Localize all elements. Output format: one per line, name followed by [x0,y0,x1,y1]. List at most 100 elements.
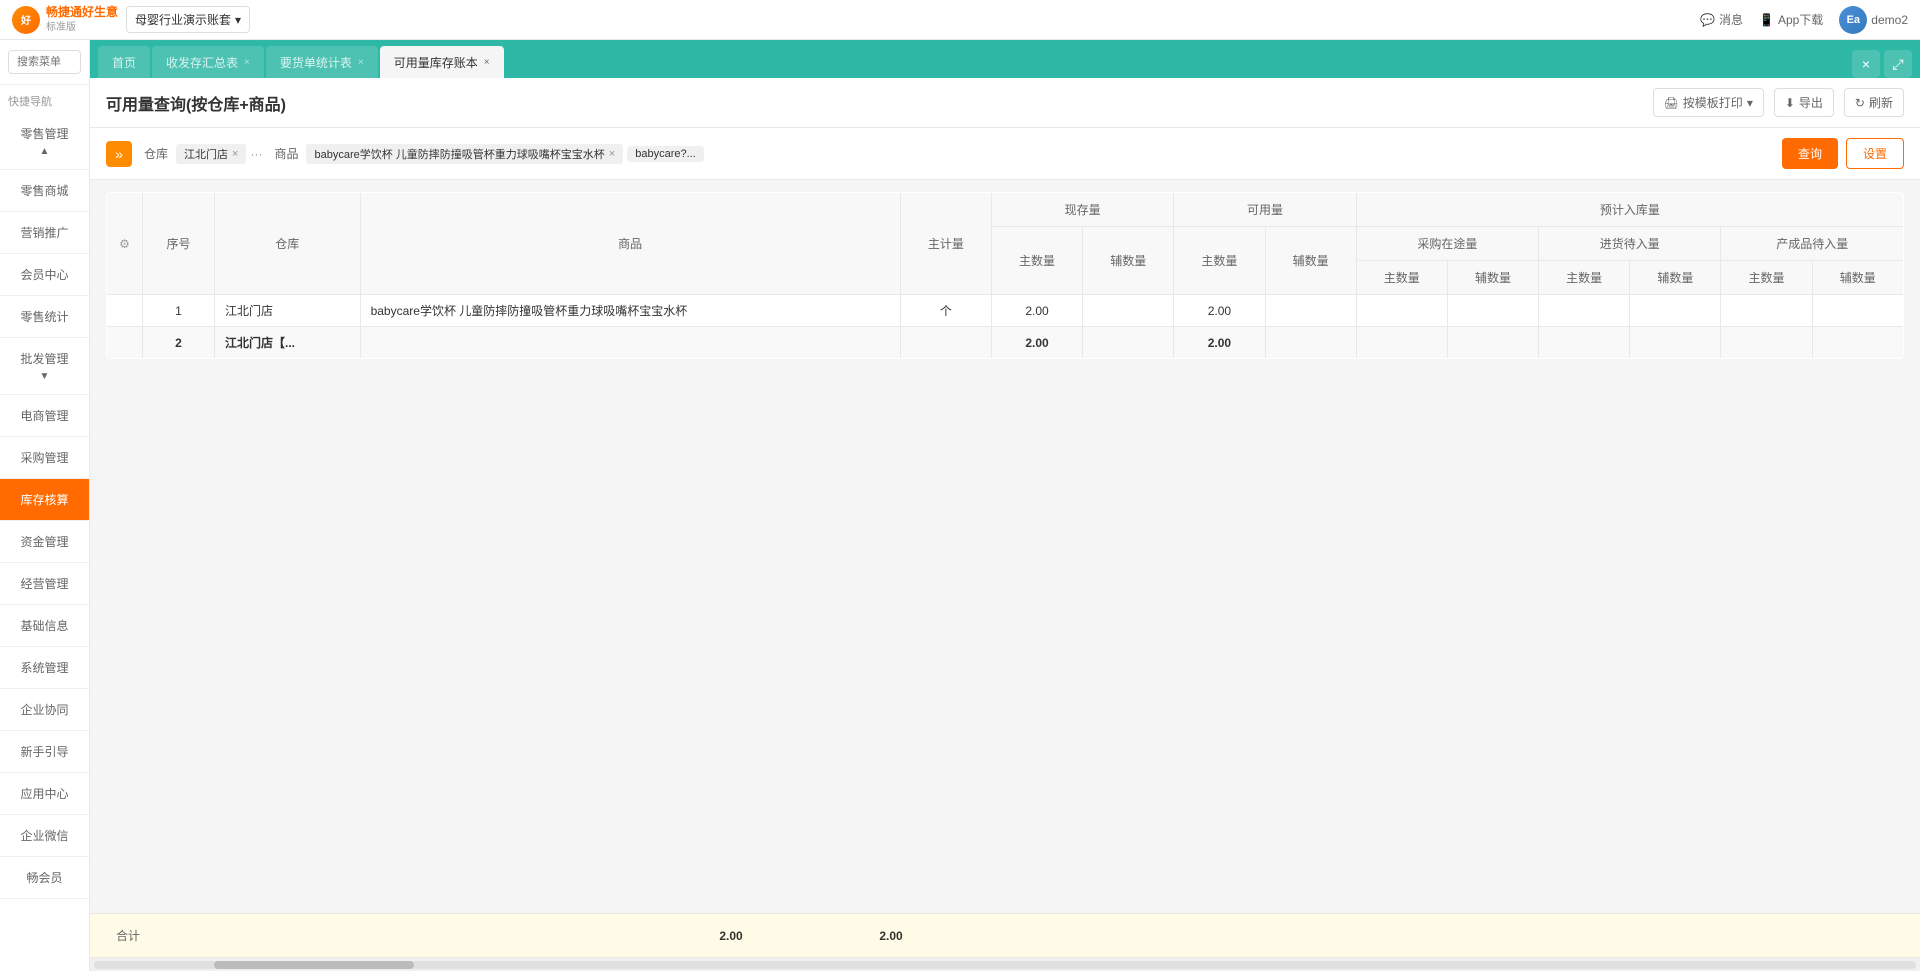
sidebar-item-label: 零售管理 [20,125,68,142]
row-incoming-pending-main-0 [1539,295,1630,327]
sidebar-item-finance-mgmt[interactable]: 资金管理 [0,521,89,563]
row-available-aux-0 [1265,295,1356,327]
app-icon: 📱 [1759,13,1774,27]
product-filter-group: 商品 babycare学饮杯 儿童防摔防撞吸管杯重力球吸嘴杯宝宝水杯 × bab… [274,144,703,164]
row-unit-0: 个 [900,295,991,327]
sidebar-item-system-mgmt[interactable]: 系统管理 [0,647,89,689]
page-header: 可用量查询(按仓库+商品) 🖨 按模板打印 ▾ ⬇ 导出 ↻ 刷新 [90,78,1920,128]
search-input[interactable] [8,50,81,74]
col-production-pending-header: 产成品待入量 [1721,227,1904,261]
col-current-aux-header: 辅数量 [1083,227,1174,295]
header-left: 好 畅捷通好生意 标准版 母婴行业演示账套 ▾ [12,5,250,34]
sidebar-item-retail-mall[interactable]: 零售商城 [0,170,89,212]
sidebar-item-enterprise-wechat[interactable]: 企业微信 [0,815,89,857]
setting-button[interactable]: 设置 [1846,138,1904,169]
sidebar-item-member-center[interactable]: 会员中心 [0,254,89,296]
row-production-pending-main-0 [1721,295,1812,327]
app-download-button[interactable]: 📱 App下载 [1759,11,1823,28]
row-index-1: 2 [143,327,215,359]
remove-warehouse-tag-0[interactable]: × [232,148,238,160]
tab-receipts[interactable]: 收发存汇总表 × [152,46,264,78]
sidebar-item-vip-member[interactable]: 畅会员 [0,857,89,899]
sidebar-item-marketing[interactable]: 营销推广 [0,212,89,254]
sidebar-item-new-guide[interactable]: 新手引导 [0,731,89,773]
chevron-icon: ▼ [40,371,50,382]
sidebar-item-inventory-check[interactable]: 库存核算 [0,479,89,521]
col-purchase-transit-aux-header: 辅数量 [1447,261,1538,295]
scrollbar-thumb[interactable] [214,961,414,969]
col-available-main-header: 主数量 [1174,227,1265,295]
row-incoming-pending-aux-0 [1630,295,1721,327]
logo-text: 畅捷通好生意 标准版 [46,5,118,34]
sidebar-item-app-center[interactable]: 应用中心 [0,773,89,815]
sidebar-item-operations-mgmt[interactable]: 经营管理 [0,563,89,605]
scrollbar-track[interactable] [94,961,1916,969]
row-current-main-0: 2.00 [991,295,1082,327]
message-icon: 💬 [1700,13,1715,27]
col-incoming-pending-main-header: 主数量 [1539,261,1630,295]
row-current-aux-0 [1083,295,1174,327]
export-button[interactable]: ⬇ 导出 [1774,88,1834,117]
tab-bar-right: × ⤢ [1852,50,1912,78]
sidebar-item-basic-info[interactable]: 基础信息 [0,605,89,647]
sidebar-item-ecommerce-mgmt[interactable]: 电商管理 [0,395,89,437]
sidebar-item-retail-stats[interactable]: 零售统计 [0,296,89,338]
col-settings-header[interactable]: ⚙ [107,193,143,295]
tab-close-order-stats[interactable]: × [358,57,364,68]
refresh-button[interactable]: ↻ 刷新 [1844,88,1904,117]
sidebar-item-wholesale-mgmt[interactable]: 批发管理 ▼ [0,338,89,395]
chevron-icon: ▲ [40,146,50,157]
data-table: ⚙ 序号 仓库 商品 主计量 现存量 可用量 预计入库量 主数量 [106,192,1904,359]
close-all-tabs-button[interactable]: × [1852,50,1880,78]
row-production-pending-aux-1 [1812,327,1903,359]
tab-close-receipts[interactable]: × [244,57,250,68]
sidebar-item-label: 零售商城 [20,182,68,199]
sidebar-item-label: 企业微信 [20,827,68,844]
user-profile[interactable]: Ea demo2 [1839,6,1908,34]
row-warehouse-0: 江北门店 [215,295,361,327]
row-unit-1 [900,327,991,359]
refresh-icon: ↻ [1855,96,1865,110]
summary-bar: 合计 2.00 2.00 [90,913,1920,957]
sidebar-item-retail-mgmt[interactable]: 零售管理 ▲ [0,113,89,170]
tab-available-inventory[interactable]: 可用量库存账本 × [380,46,504,78]
col-product-header: 商品 [360,193,900,295]
sidebar-item-label: 批发管理 [20,350,68,367]
warehouse-tag-0[interactable]: 江北门店 × [176,144,246,164]
warehouse-more[interactable]: ··· [250,147,262,161]
tab-home[interactable]: 首页 [98,46,150,78]
col-available-aux-header: 辅数量 [1265,227,1356,295]
product-tag-0[interactable]: babycare学饮杯 儿童防摔防撞吸管杯重力球吸嘴杯宝宝水杯 × [306,144,623,164]
remove-product-tag-0[interactable]: × [609,148,615,160]
row-available-main-0: 2.00 [1174,295,1265,327]
gear-icon[interactable]: ⚙ [117,237,132,251]
col-unit-header: 主计量 [900,193,991,295]
row-current-main-1: 2.00 [991,327,1082,359]
tab-order-stats[interactable]: 要货单统计表 × [266,46,378,78]
sidebar-item-enterprise-collab[interactable]: 企业协同 [0,689,89,731]
horizontal-scrollbar[interactable] [90,957,1920,971]
product-tag-1[interactable]: babycare?... [627,146,704,162]
logo-icon: 好 [12,6,40,34]
sidebar-item-label: 资金管理 [20,533,68,550]
message-button[interactable]: 💬 消息 [1700,11,1743,28]
product-tags: babycare学饮杯 儿童防摔防撞吸管杯重力球吸嘴杯宝宝水杯 × babyca… [306,144,703,164]
industry-select[interactable]: 母婴行业演示账套 ▾ [126,6,250,33]
col-warehouse-header: 仓库 [215,193,361,295]
sidebar-item-label: 基础信息 [20,617,68,634]
maximize-button[interactable]: ⤢ [1884,50,1912,78]
sidebar-item-purchase-mgmt[interactable]: 采购管理 [0,437,89,479]
filter-toggle-button[interactable]: » [106,141,132,167]
row-product-1 [360,327,900,359]
sidebar-item-label: 应用中心 [20,785,68,802]
print-button[interactable]: 🖨 按模板打印 ▾ [1653,88,1764,117]
sidebar: 快捷导航 零售管理 ▲ 零售商城 营销推广 会员中心 零售统计 批发管理 ▼ 电… [0,40,90,971]
sidebar-item-label: 营销推广 [20,224,68,241]
row-available-main-1: 2.00 [1174,327,1265,359]
col-production-pending-main-header: 主数量 [1721,261,1812,295]
row-purchase-transit-main-1 [1356,327,1447,359]
tab-close-available-inventory[interactable]: × [484,57,490,68]
filter-bar: » 仓库 江北门店 × ··· 商品 babycare [90,128,1920,180]
query-button[interactable]: 查询 [1782,138,1838,169]
sidebar-quick-nav[interactable]: 快捷导航 [0,85,89,113]
